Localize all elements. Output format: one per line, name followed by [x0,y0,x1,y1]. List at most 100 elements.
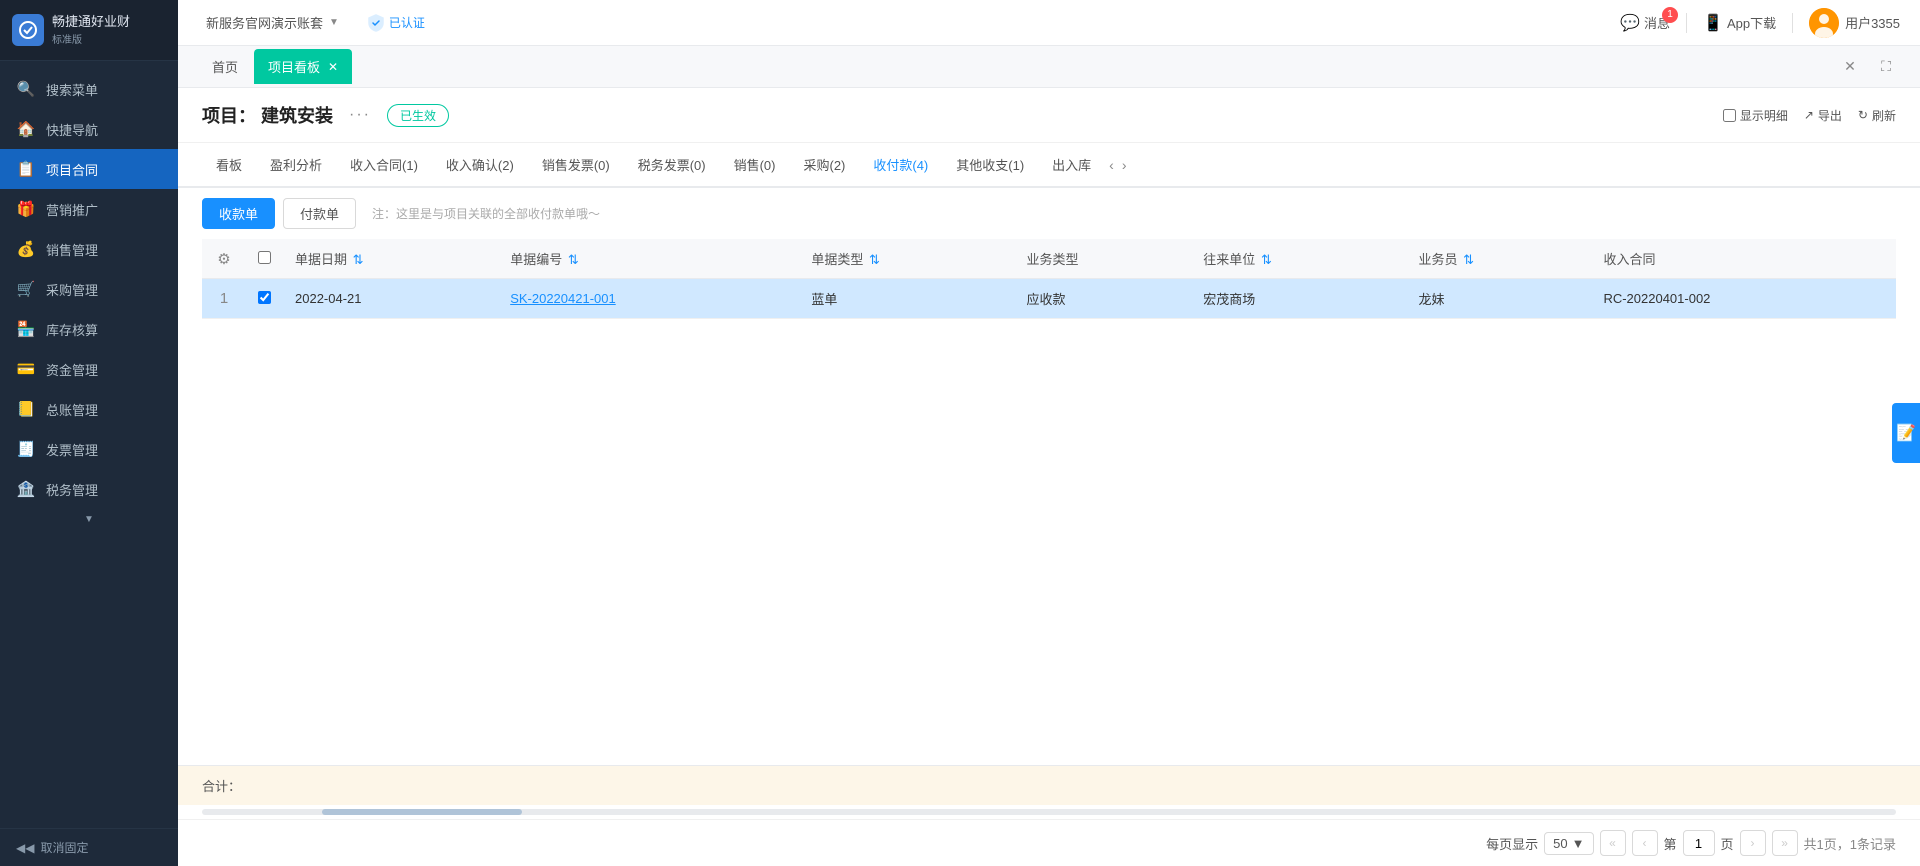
col-number[interactable]: 单据编号 ⇅ [498,239,799,279]
tab-maximize-button[interactable]: ⛶ [1872,53,1900,81]
sidebar-pin-toggle[interactable]: ◀◀ 取消固定 [0,828,178,866]
page-total: 共1页，1条记录 [1804,834,1896,853]
doc-number-link[interactable]: SK-20220421-001 [510,291,616,306]
col-number-label: 单据编号 [510,252,562,267]
sub-nav-purchase[interactable]: 采购(2) [789,143,859,188]
cell-checkbox[interactable] [246,279,283,319]
sidebar-item-project[interactable]: 📋 项目合同 [0,149,178,189]
number-sort-icon: ⇅ [568,252,579,267]
sidebar-item-search-label: 搜索菜单 [46,80,98,99]
tax-icon: 🏦 [16,479,36,499]
sidebar-item-marketing[interactable]: 🎁 营销推广 [0,189,178,229]
user-name: 用户3355 [1845,13,1900,32]
sub-nav-sales[interactable]: 销售(0) [720,143,790,188]
message-icon: 💬 [1620,13,1640,33]
tabbar: 首页 项目看板 ✕ ✕ ⛶ [178,46,1920,88]
last-page-button[interactable]: » [1772,830,1798,856]
sidebar-item-tax[interactable]: 🏦 税务管理 [0,469,178,509]
row-checkbox[interactable] [258,291,271,304]
tab-project-board[interactable]: 项目看板 ✕ [254,49,352,84]
sidebar-item-sales[interactable]: 💰 销售管理 [0,229,178,269]
filter-receipt-button[interactable]: 收款单 [202,198,275,229]
sub-nav-other[interactable]: 其他收支(1) [942,143,1038,188]
sidebar-item-inventory[interactable]: 🏪 库存核算 [0,309,178,349]
app-download-button[interactable]: 📱 App下载 [1703,13,1776,33]
prev-page-icon: ‹ [1643,836,1647,850]
workspace-name: 新服务官网演示账套 [206,13,323,32]
sidebar-item-quicknav[interactable]: 🏠 快捷导航 [0,109,178,149]
table-row[interactable]: 1 2022-04-21 SK-20220421-001 蓝单 应收款 宏茂商场… [202,279,1896,319]
horizontal-scrollbar-track[interactable] [202,809,1896,815]
filter-payment-button[interactable]: 付款单 [283,198,356,229]
first-page-button[interactable]: « [1600,830,1626,856]
messages-button[interactable]: 💬 消息 1 [1620,13,1670,33]
sidebar-item-marketing-label: 营销推广 [46,200,98,219]
show-detail-input[interactable] [1723,109,1736,122]
sidebar-item-project-label: 项目合同 [46,160,98,179]
export-button[interactable]: ↗ 导出 [1804,107,1842,124]
sidebar-item-inventory-label: 库存核算 [46,320,98,339]
workspace-selector[interactable]: 新服务官网演示账套 ▼ [198,9,347,36]
sidebar-item-finance[interactable]: 💳 资金管理 [0,349,178,389]
page-prefix: 第 [1664,834,1677,853]
sub-nav-income-contract[interactable]: 收入合同(1) [336,143,432,188]
col-settings[interactable]: ⚙ [202,239,246,279]
app-logo [12,14,44,46]
sidebar-item-sales-label: 销售管理 [46,240,98,259]
page-content: 项目： 建筑安装 ··· 已生效 显示明细 ↗ 导出 ↻ 刷新 [178,88,1920,866]
sub-nav-kanban[interactable]: 看板 [202,143,256,188]
show-detail-label: 显示明细 [1740,107,1788,124]
sub-nav-sales-invoice[interactable]: 销售发票(0) [528,143,624,188]
workspace-chevron-icon: ▼ [329,17,339,28]
partner-sort-icon: ⇅ [1261,252,1272,267]
app-name: 畅捷通好业财 [52,14,130,31]
tab-close-icon[interactable]: ✕ [328,61,338,73]
sidebar-item-purchase[interactable]: 🛒 采购管理 [0,269,178,309]
col-checkbox [246,239,283,279]
per-page-selector[interactable]: 50 ▼ [1544,832,1593,855]
col-date-label: 单据日期 [295,252,347,267]
prev-page-button[interactable]: ‹ [1632,830,1658,856]
settings-icon[interactable]: ⚙ [214,250,234,268]
sub-nav-prev-arrow[interactable]: ‹ [1105,149,1118,181]
sidebar-item-ledger[interactable]: 📒 总账管理 [0,389,178,429]
sub-nav-payment[interactable]: 收付款(4) [859,143,942,188]
select-all-checkbox[interactable] [258,251,271,264]
cell-biz-type: 应收款 [1015,279,1192,319]
refresh-button[interactable]: ↻ 刷新 [1858,107,1896,124]
col-salesperson[interactable]: 业务员 ⇅ [1406,239,1591,279]
project-more-button[interactable]: ··· [349,106,371,124]
export-icon: ↗ [1804,108,1814,122]
ledger-icon: 📒 [16,399,36,419]
sub-nav-inout[interactable]: 出入库 [1038,143,1105,188]
col-type-label: 单据类型 [811,252,863,267]
col-type[interactable]: 单据类型 ⇅ [799,239,1014,279]
tab-minimize-button[interactable]: ✕ [1836,53,1864,81]
cell-number[interactable]: SK-20220421-001 [498,279,799,319]
next-page-button[interactable]: › [1740,830,1766,856]
sub-nav-profit[interactable]: 盈利分析 [256,143,336,188]
gift-icon: 🎁 [16,199,36,219]
tab-home[interactable]: 首页 [198,49,252,84]
cell-date: 2022-04-21 [283,279,498,319]
tab-project-board-label: 项目看板 [268,57,320,76]
col-partner[interactable]: 往来单位 ⇅ [1191,239,1406,279]
page-number-input[interactable] [1683,830,1715,856]
page-suffix: 页 [1721,834,1734,853]
user-profile[interactable]: 用户3355 [1809,8,1900,38]
sub-nav-next-arrow[interactable]: › [1118,149,1131,181]
show-detail-checkbox[interactable]: 显示明细 [1723,107,1788,124]
next-page-icon: › [1751,836,1755,850]
col-contract-label: 收入合同 [1603,252,1655,267]
per-page-chevron-icon: ▼ [1572,836,1585,851]
sub-nav-tax-invoice[interactable]: 税务发票(0) [624,143,720,188]
col-salesperson-label: 业务员 [1418,252,1457,267]
sidebar-item-search[interactable]: 🔍 搜索菜单 [0,69,178,109]
sub-nav-income-confirm[interactable]: 收入确认(2) [432,143,528,188]
horizontal-scrollbar-thumb[interactable] [322,809,522,815]
cell-partner: 宏茂商场 [1191,279,1406,319]
col-date[interactable]: 单据日期 ⇅ [283,239,498,279]
total-label: 合计： [202,779,241,794]
sidebar-item-invoice[interactable]: 🧾 发票管理 [0,429,178,469]
right-panel-toggle[interactable]: 📝 [1892,403,1920,463]
